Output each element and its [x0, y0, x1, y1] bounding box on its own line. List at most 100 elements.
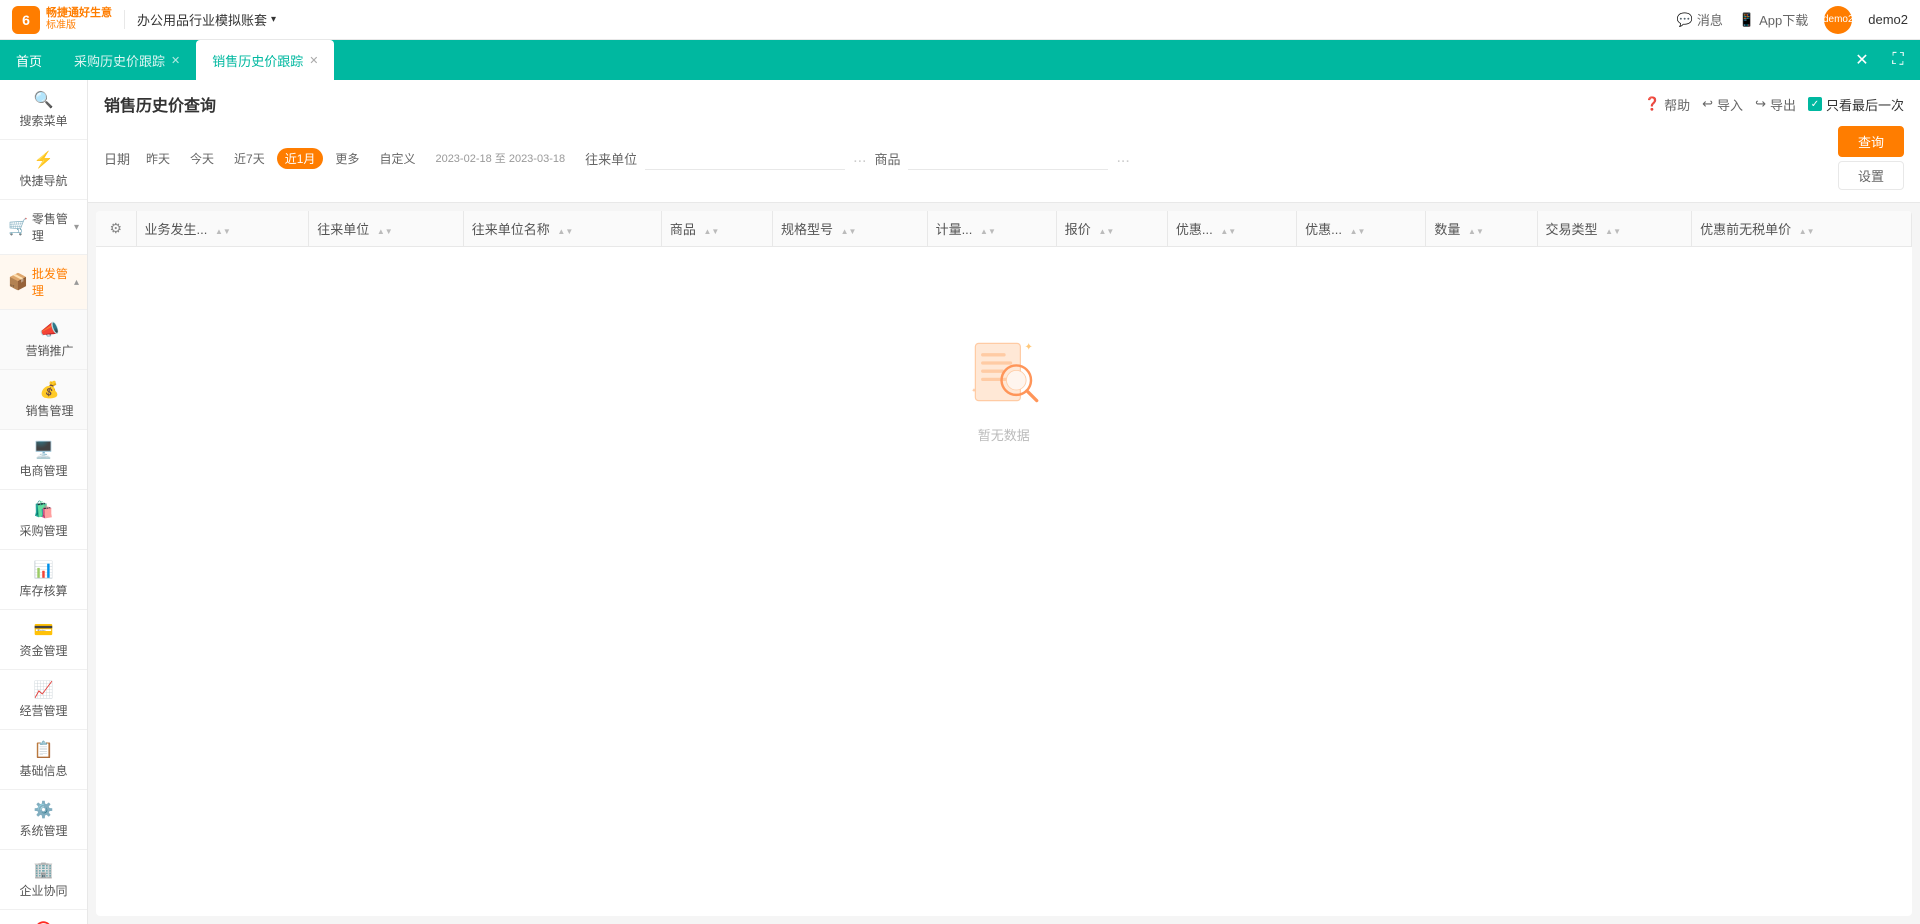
sidebar-item-label: 销售管理: [25, 402, 73, 419]
sidebar-item-label: 库存核算: [19, 582, 67, 599]
col-partner-code[interactable]: 往来单位 ▲▼: [309, 211, 464, 247]
help-button[interactable]: ❓ 帮助: [1644, 95, 1690, 114]
filter-action-buttons: 查询 设置: [1838, 126, 1904, 190]
sidebar-item-enterprise[interactable]: 🏢 企业协同: [0, 850, 87, 910]
chevron-down-icon: ▾: [271, 14, 276, 25]
basic-info-icon: 📋: [34, 740, 54, 760]
col-business-date[interactable]: 业务发生... ▲▼: [136, 211, 309, 247]
table-container: ⚙ 业务发生... ▲▼ 往来单位 ▲▼ 往来单位名称 ▲▼: [96, 211, 1912, 916]
col-discount1[interactable]: 优惠... ▲▼: [1167, 211, 1296, 247]
date-btn-today[interactable]: 今天: [182, 148, 222, 169]
sidebar-item-label: 零售管理: [32, 210, 70, 244]
sidebar-item-label: 营销推广: [25, 342, 73, 359]
tab-sales-history[interactable]: 销售历史价跟踪 ✕: [196, 40, 334, 80]
export-button[interactable]: ↪ 导出: [1755, 95, 1796, 114]
page-actions: ❓ 帮助 ↩ 导入 ↪ 导出 ✓ 只看最后一次: [1644, 95, 1904, 114]
sidebar-item-label: 资金管理: [19, 642, 67, 659]
sidebar-item-marketing[interactable]: 📣 营销推广: [0, 310, 87, 370]
settings-button[interactable]: 设置: [1838, 161, 1904, 190]
date-range-text: 2023-02-18 至 2023-03-18: [435, 150, 565, 166]
col-pre-tax-price[interactable]: 优惠前无税单价 ▲▼: [1692, 211, 1912, 247]
product-input[interactable]: [908, 146, 1108, 170]
logo-icon: 6: [12, 6, 40, 34]
partner-input[interactable]: [645, 146, 845, 170]
sort-icon: ▲▼: [703, 227, 719, 236]
col-discount2[interactable]: 优惠... ▲▼: [1297, 211, 1426, 247]
sidebar-item-purchase-mgmt[interactable]: 🛍️ 采购管理: [0, 490, 87, 550]
sidebar-item-quick-nav[interactable]: ⚡ 快捷导航: [0, 140, 87, 200]
settings-icon[interactable]: ⚙: [109, 220, 122, 236]
sidebar-item-label: 电商管理: [19, 462, 67, 479]
username-label: demo2: [1868, 12, 1908, 27]
only-last-label: 只看最后一次: [1826, 95, 1904, 114]
tab-maximize-button[interactable]: ⛶: [1884, 46, 1912, 74]
sidebar-item-search-menu[interactable]: 🔍 搜索菜单: [0, 80, 87, 140]
col-partner-name[interactable]: 往来单位名称 ▲▼: [463, 211, 661, 247]
tab-sales-history-label: 销售历史价跟踪: [212, 51, 303, 70]
sidebar-item-label: 企业协同: [19, 882, 67, 899]
sort-icon: ▲▼: [557, 227, 573, 236]
sidebar-item-wholesale-mgmt[interactable]: 📦 批发管理 ▴: [0, 255, 87, 310]
sidebar-item-system[interactable]: ⚙️ 系统管理: [0, 790, 87, 850]
date-filter-group: 日期 昨天 今天 近7天 近1月 更多 自定义 2023-02-18 至 202…: [104, 148, 565, 169]
col-unit[interactable]: 计量... ▲▼: [927, 211, 1056, 247]
date-btn-custom[interactable]: 自定义: [371, 148, 423, 169]
partner-picker-icon[interactable]: ...: [853, 149, 866, 167]
sidebar-item-retail-mgmt[interactable]: 🛒 零售管理 ▾: [0, 200, 87, 255]
col-spec[interactable]: 规格型号 ▲▼: [772, 211, 927, 247]
page-header: 销售历史价查询 ❓ 帮助 ↩ 导入 ↪ 导出 ✓ 只看最后一次: [88, 80, 1920, 116]
tab-purchase-history[interactable]: 采购历史价跟踪 ✕: [58, 40, 196, 80]
product-picker-icon[interactable]: ...: [1116, 149, 1129, 167]
date-btn-more[interactable]: 更多: [327, 148, 367, 169]
date-btn-last1m[interactable]: 近1月: [277, 148, 324, 169]
sidebar-item-ops-mgmt[interactable]: 📈 经营管理: [0, 670, 87, 730]
app-selector[interactable]: 办公用品行业模拟账套 ▾: [124, 10, 276, 29]
col-price[interactable]: 报价 ▲▼: [1056, 211, 1167, 247]
data-table: ⚙ 业务发生... ▲▼ 往来单位 ▲▼ 往来单位名称 ▲▼: [96, 211, 1912, 524]
sort-icon: ▲▼: [215, 227, 231, 236]
chevron-icon: ▴: [74, 277, 79, 288]
retail-mgmt-icon: 🛒: [8, 217, 28, 237]
sidebar-item-ecommerce[interactable]: 🖥️ 电商管理: [0, 430, 87, 490]
sidebar-item-finance[interactable]: 💳 资金管理: [0, 610, 87, 670]
col-product[interactable]: 商品 ▲▼: [661, 211, 772, 247]
date-btn-yesterday[interactable]: 昨天: [138, 148, 178, 169]
message-button[interactable]: 💬 消息: [1677, 10, 1723, 29]
help-icon: ❓: [1644, 96, 1660, 112]
date-btn-last7[interactable]: 近7天: [226, 148, 273, 169]
tab-close-all-button[interactable]: ✕: [1848, 46, 1876, 74]
export-icon: ↪: [1755, 96, 1766, 112]
sidebar-item-newbie[interactable]: 🎯 新手引导: [0, 910, 87, 924]
header-left: 6 畅捷通好生意 标准版 办公用品行业模拟账套 ▾: [12, 6, 276, 34]
col-trade-type[interactable]: 交易类型 ▲▼: [1537, 211, 1692, 247]
tab-bar-actions: ✕ ⛶: [1848, 46, 1920, 74]
col-quantity[interactable]: 数量 ▲▼: [1426, 211, 1537, 247]
tab-home[interactable]: 首页: [0, 40, 58, 80]
sidebar-item-inventory[interactable]: 📊 库存核算: [0, 550, 87, 610]
svg-text:✦: ✦: [971, 386, 977, 394]
message-icon: 💬: [1677, 12, 1693, 28]
sidebar-item-basic-info[interactable]: 📋 基础信息: [0, 730, 87, 790]
purchase-mgmt-icon: 🛍️: [34, 500, 54, 520]
sort-icon: ▲▼: [377, 227, 393, 236]
sidebar-item-label: 批发管理: [32, 265, 70, 299]
ops-mgmt-icon: 📈: [34, 680, 54, 700]
empty-illustration: ✦ ✦: [954, 327, 1054, 417]
app-selector-label: 办公用品行业模拟账套: [137, 10, 267, 29]
avatar[interactable]: demo2: [1824, 6, 1852, 34]
import-button[interactable]: ↩ 导入: [1702, 95, 1743, 114]
empty-state: ✦ ✦ 暂无数据: [96, 247, 1912, 524]
table-header-row: ⚙ 业务发生... ▲▼ 往来单位 ▲▼ 往来单位名称 ▲▼: [96, 211, 1912, 247]
col-settings[interactable]: ⚙: [96, 211, 136, 247]
app-download-button[interactable]: 📱 App下载: [1739, 10, 1808, 29]
sidebar: 🔍 搜索菜单 ⚡ 快捷导航 🛒 零售管理 ▾ 📦 批发管理 ▴ 📣 营销推广 💰…: [0, 80, 88, 924]
sort-icon: ▲▼: [1605, 227, 1621, 236]
query-button[interactable]: 查询: [1838, 126, 1904, 157]
tab-sales-close-icon[interactable]: ✕: [309, 54, 318, 67]
search-menu-icon: 🔍: [34, 90, 54, 110]
partner-filter-group: 往来单位 ... 商品 ...: [585, 146, 1818, 170]
tab-purchase-close-icon[interactable]: ✕: [171, 54, 180, 67]
only-last-checkbox[interactable]: ✓ 只看最后一次: [1808, 95, 1904, 114]
sidebar-item-sales-mgmt[interactable]: 💰 销售管理: [0, 370, 87, 430]
finance-icon: 💳: [34, 620, 54, 640]
